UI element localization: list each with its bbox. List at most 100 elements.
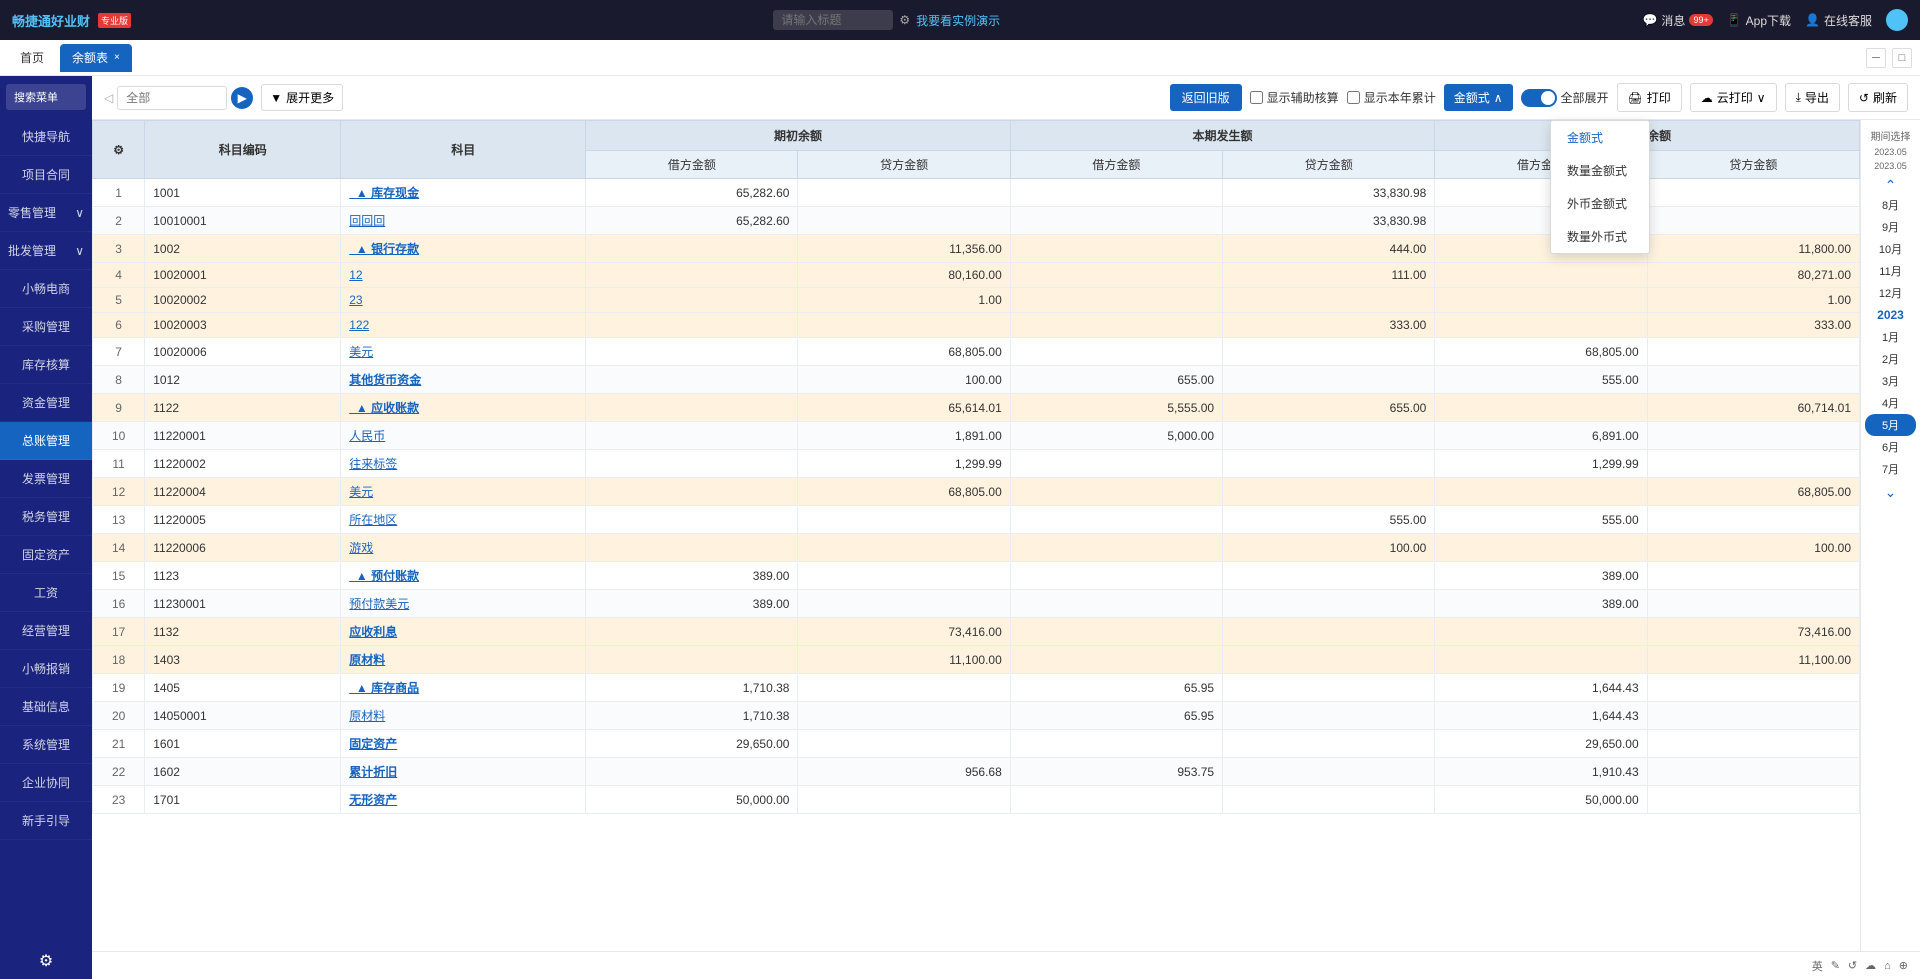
expand-all-toggle[interactable]: 全部展开 xyxy=(1521,89,1609,107)
status-home-icon[interactable]: ⌂ xyxy=(1884,960,1891,972)
period-month-4[interactable]: 4月 xyxy=(1865,392,1916,414)
demo-link[interactable]: 我要看实例演示 xyxy=(916,12,1000,29)
window-minimize-btn[interactable]: ─ xyxy=(1866,48,1886,68)
sidebar-item-project[interactable]: 项目合同 xyxy=(0,156,92,194)
sidebar-item-ecommerce[interactable]: 小畅电商 xyxy=(0,270,92,308)
search-menu-btn[interactable]: 搜索菜单 xyxy=(6,84,86,110)
export-btn[interactable]: ⤓ 导出 xyxy=(1785,83,1840,112)
dropdown-item-qty-amount[interactable]: 数量金额式 xyxy=(1551,154,1649,187)
account-name-cell[interactable]: ▲ 库存商品 xyxy=(341,674,586,702)
sidebar-item-assets[interactable]: 固定资产 xyxy=(0,536,92,574)
sidebar-item-purchase[interactable]: 采购管理 xyxy=(0,308,92,346)
cloud-print-btn[interactable]: ☁ 云打印 ∨ xyxy=(1690,83,1777,112)
account-name-cell[interactable]: 其他货币资金 xyxy=(341,366,586,394)
expand-more-btn[interactable]: ▼ 展开更多 xyxy=(261,84,343,111)
account-name-cell[interactable]: ▲ 应收账款 xyxy=(341,394,586,422)
period-scroll-down-btn[interactable]: ⌄ xyxy=(1885,484,1897,501)
period-scroll-up-btn[interactable]: ⌃ xyxy=(1885,177,1897,194)
print-btn[interactable]: 🖨 打印 xyxy=(1617,83,1682,112)
online-service-btn[interactable]: 👤 在线客服 xyxy=(1805,12,1872,29)
period-month-6[interactable]: 6月 xyxy=(1865,436,1916,458)
account-name-cell[interactable]: ▲ 银行存款 xyxy=(341,235,586,263)
status-edit-icon[interactable]: ✎ xyxy=(1831,959,1840,972)
status-add-icon[interactable]: ⊕ xyxy=(1899,959,1908,972)
show-assist-check-label[interactable]: 显示辅助核算 xyxy=(1250,89,1339,106)
show-year-total-checkbox[interactable] xyxy=(1347,91,1360,104)
account-name-cell[interactable]: 累计折旧 xyxy=(341,758,586,786)
amount-mode-btn[interactable]: 金额式 ∧ xyxy=(1444,84,1513,111)
period-month-9[interactable]: 9月 xyxy=(1865,216,1916,238)
sidebar-item-funds[interactable]: 资金管理 xyxy=(0,384,92,422)
sidebar-settings-icon[interactable]: ⚙ xyxy=(39,951,53,971)
sidebar-item-tax[interactable]: 税务管理 xyxy=(0,498,92,536)
return-old-btn[interactable]: 返回旧版 xyxy=(1170,84,1242,111)
account-name-cell[interactable]: 固定资产 xyxy=(341,730,586,758)
dropdown-item-qty-foreign[interactable]: 数量外币式 xyxy=(1551,220,1649,253)
account-name-cell[interactable]: 无形资产 xyxy=(341,786,586,814)
title-input[interactable] xyxy=(773,10,893,30)
account-name-cell[interactable]: 所在地区 xyxy=(341,506,586,534)
sidebar-item-basic-info[interactable]: 基础信息 xyxy=(0,688,92,726)
account-name-cell[interactable]: ▲ 库存现金 xyxy=(341,179,586,207)
opening-balance-header: 期初余额 xyxy=(586,121,1011,151)
search-submit-btn[interactable]: ▶ xyxy=(231,87,253,109)
settings-col-header[interactable]: ⚙ xyxy=(93,121,145,179)
account-name-cell[interactable]: 122 xyxy=(341,313,586,338)
toggle-track[interactable] xyxy=(1521,89,1557,107)
period-month-7[interactable]: 7月 xyxy=(1865,458,1916,480)
period-month-12[interactable]: 12月 xyxy=(1865,282,1916,304)
settings-icon[interactable]: ⚙ xyxy=(899,13,910,27)
tab-home[interactable]: 首页 xyxy=(8,44,56,72)
sidebar-item-quick-nav[interactable]: 快捷导航 xyxy=(0,118,92,156)
show-year-total-label[interactable]: 显示本年累计 xyxy=(1347,89,1436,106)
account-name-cell[interactable]: 游戏 xyxy=(341,534,586,562)
status-lang-icon[interactable]: 英 xyxy=(1812,958,1823,974)
account-name-cell[interactable]: 美元 xyxy=(341,478,586,506)
message-btn[interactable]: 💬 消息 99+ xyxy=(1642,12,1712,29)
period-month-1[interactable]: 1月 xyxy=(1865,326,1916,348)
account-name-cell[interactable]: 23 xyxy=(341,288,586,313)
tab-close-icon[interactable]: × xyxy=(114,52,120,63)
search-input[interactable] xyxy=(117,86,227,110)
tab-balance-sheet[interactable]: 余额表 × xyxy=(60,44,132,72)
period-month-10[interactable]: 10月 xyxy=(1865,238,1916,260)
account-name-cell[interactable]: 应收利息 xyxy=(341,618,586,646)
sidebar-item-system[interactable]: 系统管理 xyxy=(0,726,92,764)
sidebar-item-inventory[interactable]: 库存核算 xyxy=(0,346,92,384)
account-name-cell[interactable]: ▲ 预付账款 xyxy=(341,562,586,590)
show-assist-checkbox[interactable] xyxy=(1250,91,1263,104)
period-month-11[interactable]: 11月 xyxy=(1865,260,1916,282)
user-btn[interactable] xyxy=(1886,9,1908,31)
period-month-2[interactable]: 2月 xyxy=(1865,348,1916,370)
app-download-btn[interactable]: 📱 App下载 xyxy=(1727,12,1791,29)
account-name-cell[interactable]: 12 xyxy=(341,263,586,288)
cb-credit-cell: 80,271.00 xyxy=(1647,263,1859,288)
refresh-btn[interactable]: ↺ 刷新 xyxy=(1848,83,1908,112)
sidebar-item-cooperation[interactable]: 企业协同 xyxy=(0,764,92,802)
sidebar-item-salary[interactable]: 工资 xyxy=(0,574,92,612)
account-name-cell[interactable]: 回回回 xyxy=(341,207,586,235)
sidebar-item-retail[interactable]: 零售管理∨ xyxy=(0,194,92,232)
period-year-2023[interactable]: 2023 xyxy=(1865,304,1916,326)
period-month-8[interactable]: 8月 xyxy=(1865,194,1916,216)
account-name-cell[interactable]: 原材料 xyxy=(341,646,586,674)
period-month-5[interactable]: 5月 xyxy=(1865,414,1916,436)
sidebar-item-ledger[interactable]: 总账管理 xyxy=(0,422,92,460)
account-name-cell[interactable]: 原材料 xyxy=(341,702,586,730)
dropdown-item-amount[interactable]: 金额式 xyxy=(1551,121,1649,154)
sidebar-item-wholesale[interactable]: 批发管理∨ xyxy=(0,232,92,270)
sidebar-item-guide[interactable]: 新手引导 xyxy=(0,802,92,840)
table-settings-icon[interactable]: ⚙ xyxy=(113,143,124,157)
dropdown-item-foreign-amount[interactable]: 外币金额式 xyxy=(1551,187,1649,220)
status-sync-icon[interactable]: ↺ xyxy=(1848,959,1857,972)
status-cloud-icon[interactable]: ☁ xyxy=(1865,959,1876,972)
sidebar-item-expense[interactable]: 小畅报销 xyxy=(0,650,92,688)
sidebar-item-invoice[interactable]: 发票管理 xyxy=(0,460,92,498)
period-month-3[interactable]: 3月 xyxy=(1865,370,1916,392)
sidebar-item-operations[interactable]: 经营管理 xyxy=(0,612,92,650)
window-maximize-btn[interactable]: □ xyxy=(1892,48,1912,68)
account-name-cell[interactable]: 美元 xyxy=(341,338,586,366)
account-name-cell[interactable]: 预付款美元 xyxy=(341,590,586,618)
account-name-cell[interactable]: 往来标签 xyxy=(341,450,586,478)
account-name-cell[interactable]: 人民币 xyxy=(341,422,586,450)
